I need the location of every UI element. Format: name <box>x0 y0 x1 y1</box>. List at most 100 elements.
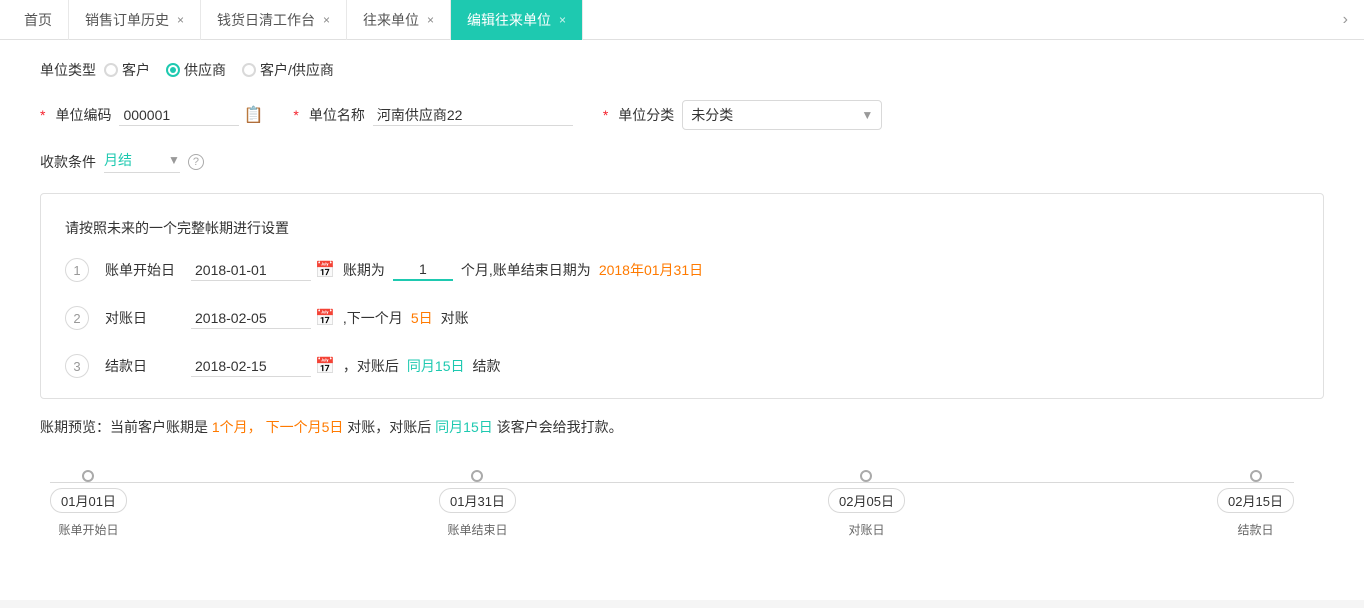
preview-part3: 对账，对账后 <box>347 419 431 435</box>
step-2-num: 2 <box>65 306 89 330</box>
radio-supplier-label: 供应商 <box>184 60 226 80</box>
unit-category-group: * 单位分类 未分类 ▼ <box>603 100 882 130</box>
step-3-row: 3 结款日 📅 ，对账后 同月15日 结款 <box>65 354 1299 378</box>
timeline-item-0: 01月01日 账单开始日 <box>50 470 127 538</box>
radio-customer-circle <box>104 63 118 77</box>
unit-category-label: 单位分类 <box>618 105 674 125</box>
radio-customer-label: 客户 <box>122 60 150 80</box>
timeline-dot-2 <box>860 470 872 482</box>
tab-close-icon-edit-partner-units[interactable]: × <box>559 13 566 27</box>
tab-edit-partner-units[interactable]: 编辑往来单位 × <box>451 0 583 40</box>
preview-label: 账期预览：当前客户账期是 <box>40 419 208 435</box>
tab-close-icon-cash-ledger[interactable]: × <box>323 13 330 27</box>
step-1-label: 账单开始日 <box>105 260 175 280</box>
radio-supplier[interactable]: 供应商 <box>166 60 226 80</box>
step-3-calendar-icon[interactable]: 📅 <box>315 356 335 376</box>
payment-terms-arrow-icon: ▼ <box>168 153 180 167</box>
step-3-date-wrapper: 📅 <box>191 356 335 377</box>
preview-text: 账期预览：当前客户账期是 1个月， 下一个月5日 对账，对账后 同月15日 该客… <box>40 415 1324 440</box>
tab-close-icon-sales-order-history[interactable]: × <box>177 13 184 27</box>
unit-code-copy-icon[interactable]: 📋 <box>243 105 263 125</box>
payment-terms-help-icon[interactable]: ? <box>188 154 204 170</box>
step-2-calendar-icon[interactable]: 📅 <box>315 308 335 328</box>
step-3-num: 3 <box>65 354 89 378</box>
tabs-bar: 首页销售订单历史 ×钱货日清工作台 ×往来单位 ×编辑往来单位 × › <box>0 0 1364 40</box>
timeline-items: 01月01日 账单开始日 01月31日 账单结束日 02月05日 对账日 02月… <box>50 470 1294 538</box>
preview-part5: 该客户会给我打款。 <box>497 419 623 435</box>
unit-type-group: 单位类型 客户 供应商 客户/供应商 <box>40 60 334 80</box>
preview-part4: 同月15日 <box>435 419 493 435</box>
step-1-period-input[interactable] <box>393 259 453 281</box>
unit-name-label: 单位名称 <box>309 105 365 125</box>
payment-terms-value: 月结 <box>104 150 164 170</box>
step-1-date-input[interactable] <box>191 260 311 281</box>
step-2-desc-prefix: ,下一个月 <box>343 308 403 328</box>
preview-part1: 1个月， <box>212 419 262 435</box>
unit-info-row: * 单位编码 📋 * 单位名称 * 单位分类 未分类 ▼ <box>40 100 1324 130</box>
tab-sales-order-history[interactable]: 销售订单历史 × <box>69 0 201 40</box>
card-title: 请按照未来的一个完整帐期进行设置 <box>65 218 1299 238</box>
timeline-sub-2: 对账日 <box>848 521 884 538</box>
timeline-dot-0 <box>82 470 94 482</box>
timeline-dot-3 <box>1250 470 1262 482</box>
step-1-content: 📅 账期为 个月,账单结束日期为 2018年01月31日 <box>191 259 703 281</box>
step-2-date-input[interactable] <box>191 308 311 329</box>
step-2-desc-suffix: 对账 <box>441 308 469 328</box>
unit-code-label: 单位编码 <box>55 105 111 125</box>
unit-category-star: * <box>603 107 608 123</box>
step-3-date-input[interactable] <box>191 356 311 377</box>
tab-arrow[interactable]: › <box>1335 11 1356 29</box>
timeline-sub-1: 账单结束日 <box>447 521 507 538</box>
unit-code-input-wrapper: 📋 <box>119 105 263 126</box>
radio-both[interactable]: 客户/供应商 <box>242 60 334 80</box>
step-3-label: 结款日 <box>105 356 175 376</box>
settings-card: 请按照未来的一个完整帐期进行设置 1 账单开始日 📅 账期为 个月,账单结束日期… <box>40 193 1324 399</box>
timeline-badge-0: 01月01日 <box>50 488 127 513</box>
step-3-desc-prefix: ，对账后 <box>343 356 399 376</box>
timeline-sub-0: 账单开始日 <box>58 521 118 538</box>
unit-type-label: 单位类型 <box>40 60 96 80</box>
step-3-desc-suffix: 结款 <box>473 356 501 376</box>
timeline-badge-2: 02月05日 <box>828 488 905 513</box>
unit-name-group: * 单位名称 <box>293 105 572 126</box>
unit-name-input[interactable] <box>373 105 573 126</box>
timeline-badge-1: 01月31日 <box>439 488 516 513</box>
step-1-row: 1 账单开始日 📅 账期为 个月,账单结束日期为 2018年01月31日 <box>65 258 1299 282</box>
radio-supplier-circle <box>166 63 180 77</box>
tab-partner-units[interactable]: 往来单位 × <box>347 0 451 40</box>
timeline-item-2: 02月05日 对账日 <box>828 470 905 538</box>
step-1-calendar-icon[interactable]: 📅 <box>315 260 335 280</box>
payment-terms-dropdown[interactable]: 月结 ▼ <box>104 150 180 173</box>
radio-customer[interactable]: 客户 <box>104 60 150 80</box>
timeline-dot-1 <box>471 470 483 482</box>
unit-name-star: * <box>293 107 298 123</box>
step-2-row: 2 对账日 📅 ,下一个月 5日 对账 <box>65 306 1299 330</box>
unit-category-dropdown[interactable]: 未分类 ▼ <box>682 100 882 130</box>
payment-terms-row: 收款条件 月结 ▼ ? <box>40 150 1324 173</box>
unit-code-input[interactable] <box>119 105 239 126</box>
radio-both-circle <box>242 63 256 77</box>
step-3-content: 📅 ，对账后 同月15日 结款 <box>191 356 501 377</box>
timeline-sub-3: 结款日 <box>1238 521 1274 538</box>
timeline-container: 01月01日 账单开始日 01月31日 账单结束日 02月05日 对账日 02月… <box>40 460 1324 548</box>
preview-part2: 下一个月5日 <box>266 419 344 435</box>
step-1-date-wrapper: 📅 <box>191 260 335 281</box>
page-content: 单位类型 客户 供应商 客户/供应商 * 单位编码 <box>0 40 1364 600</box>
step-1-suffix: 个月,账单结束日期为 <box>461 260 591 280</box>
tab-cash-ledger[interactable]: 钱货日清工作台 × <box>201 0 347 40</box>
timeline-badge-3: 02月15日 <box>1217 488 1294 513</box>
step-1-end-date: 2018年01月31日 <box>599 260 703 280</box>
unit-code-group: * 单位编码 📋 <box>40 105 263 126</box>
step-2-day-highlight: 5日 <box>411 308 433 328</box>
unit-category-value: 未分类 <box>691 105 733 125</box>
step-2-label: 对账日 <box>105 308 175 328</box>
tab-home[interactable]: 首页 <box>8 0 69 40</box>
unit-code-star: * <box>40 107 45 123</box>
tab-close-icon-partner-units[interactable]: × <box>427 13 434 27</box>
unit-category-arrow-icon: ▼ <box>861 108 873 122</box>
step-2-date-wrapper: 📅 <box>191 308 335 329</box>
payment-terms-label: 收款条件 <box>40 152 96 172</box>
timeline-item-1: 01月31日 账单结束日 <box>439 470 516 538</box>
step-1-num: 1 <box>65 258 89 282</box>
payment-terms-group: 收款条件 月结 ▼ ? <box>40 150 204 173</box>
